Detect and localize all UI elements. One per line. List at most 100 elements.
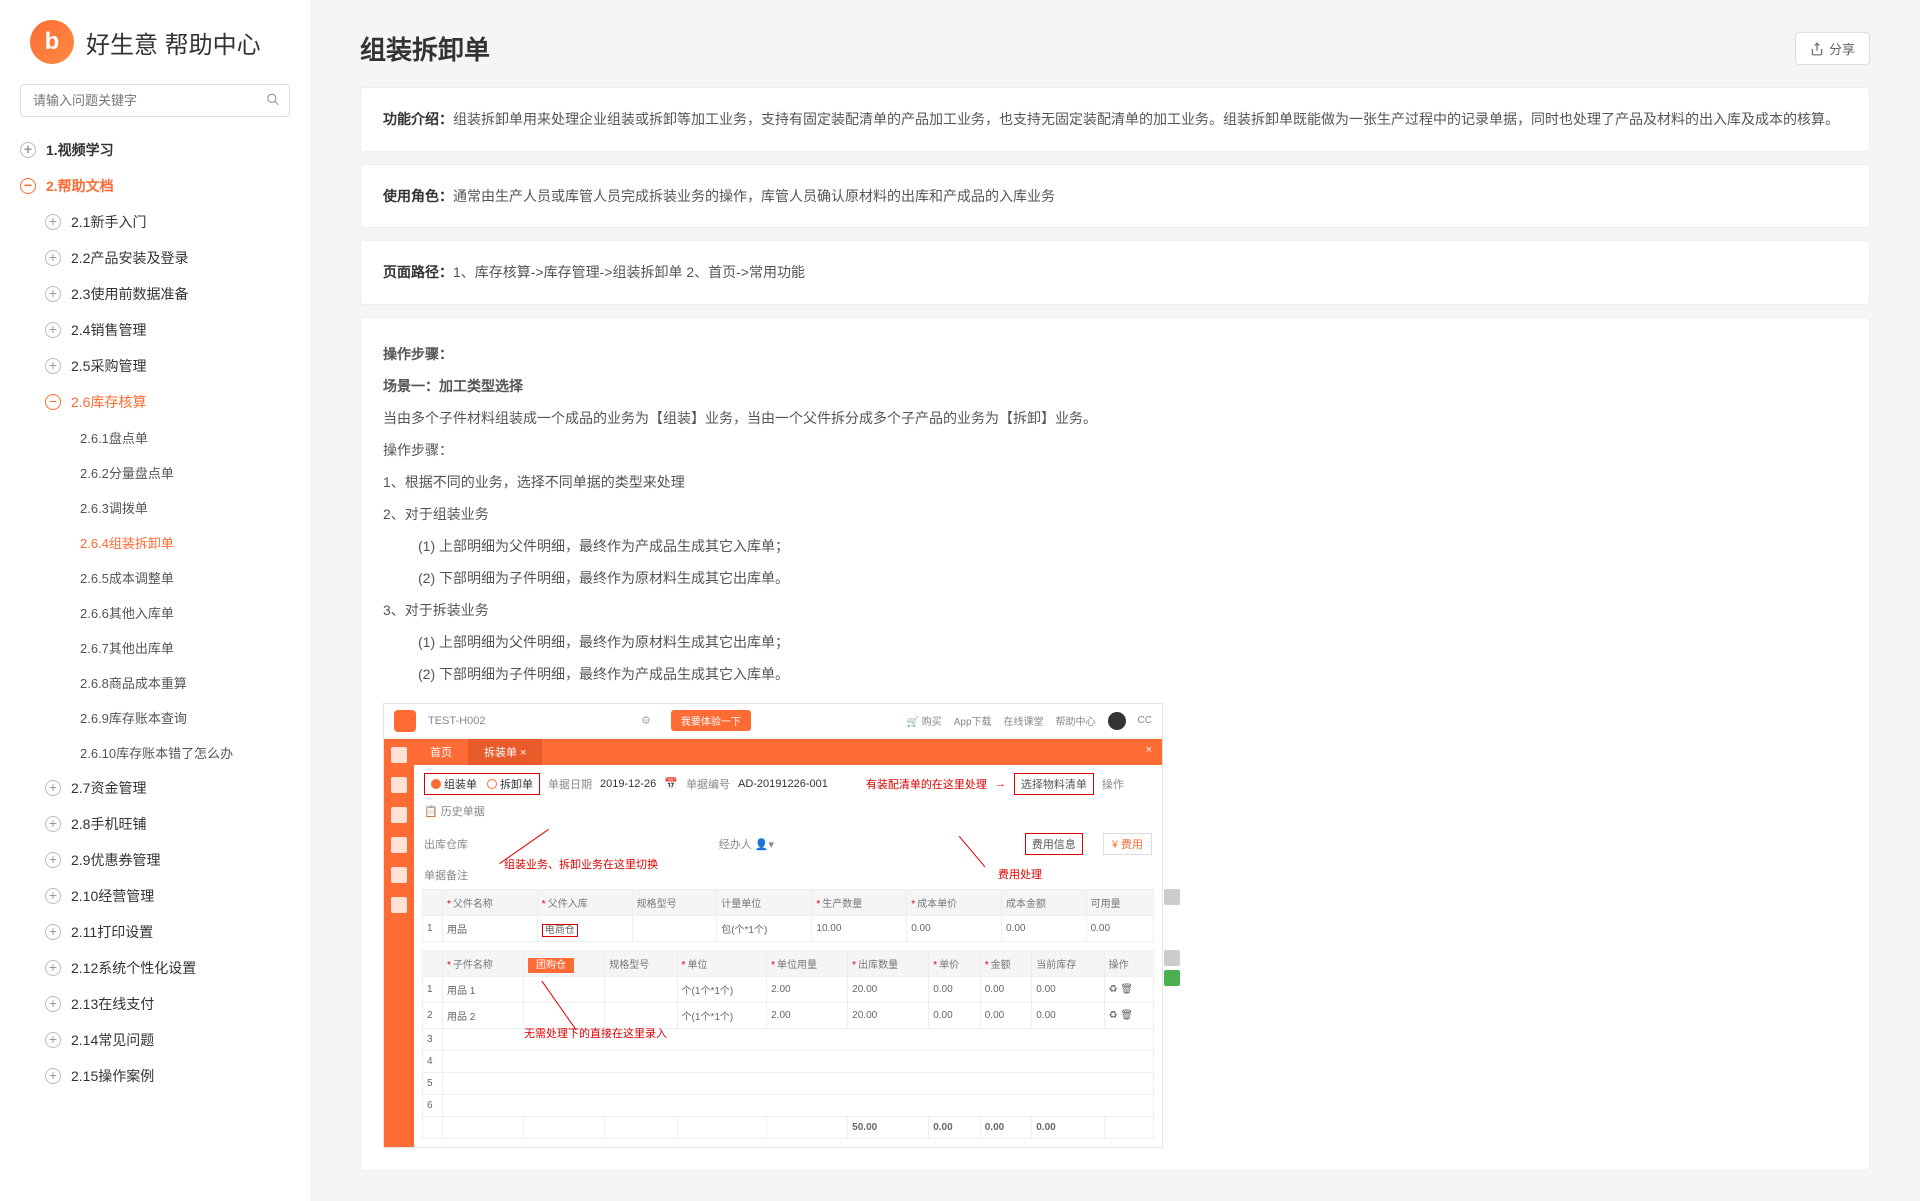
- bag-icon: [391, 837, 407, 853]
- nav-item[interactable]: 2.15操作案例: [20, 1058, 290, 1094]
- nav-item-label: 2.6.4组装拆卸单: [80, 533, 174, 552]
- nav-item[interactable]: 2.10经营管理: [20, 878, 290, 914]
- expand-icon: [45, 358, 61, 374]
- mock-operator-label: 经办人 👤▾: [719, 836, 774, 852]
- nav-item[interactable]: 2.2产品安装及登录: [20, 240, 290, 276]
- nav-item[interactable]: 2.7资金管理: [20, 770, 290, 806]
- collapse-icon: [20, 178, 36, 194]
- search-icon[interactable]: [266, 92, 280, 109]
- nav-item-label: 2.9优惠券管理: [71, 850, 160, 870]
- mock-logo-icon: [394, 710, 416, 732]
- mock-doc-value: AD-20191226-001: [738, 778, 828, 790]
- nav-item[interactable]: 2.6.2分量盘点单: [20, 455, 290, 490]
- nav-item[interactable]: 2.11打印设置: [20, 914, 290, 950]
- nav-item-label: 2.2产品安装及登录: [71, 248, 188, 268]
- mock-memo-label: 单据备注: [424, 867, 468, 883]
- expand-icon: [45, 888, 61, 904]
- nav-item[interactable]: 2.6.7其他出库单: [20, 630, 290, 665]
- nav-item-label: 2.7资金管理: [71, 778, 146, 798]
- nav-item[interactable]: 2.5采购管理: [20, 348, 290, 384]
- step-2: 2、对于组装业务: [383, 500, 1847, 528]
- gear-icon: ⚙: [641, 714, 651, 727]
- nav-item-label: 2.5采购管理: [71, 356, 146, 376]
- steps-label: 操作步骤：: [383, 436, 1847, 464]
- expand-icon: [45, 852, 61, 868]
- expand-icon: [45, 816, 61, 832]
- annotation-cost: 费用处理: [998, 866, 1042, 882]
- nav-item[interactable]: 2.4销售管理: [20, 312, 290, 348]
- expand-icon: [45, 996, 61, 1012]
- mock-tenant-code: TEST-H002: [428, 715, 485, 727]
- nav-item[interactable]: 1.视频学习: [20, 132, 290, 168]
- nav-item[interactable]: 2.9优惠券管理: [20, 842, 290, 878]
- tab-close-icon: ×: [1136, 739, 1162, 765]
- nav-item[interactable]: 2.6.3调拨单: [20, 490, 290, 525]
- nav-item[interactable]: 2.6.6其他入库单: [20, 595, 290, 630]
- nav-item-label: 2.11打印设置: [71, 922, 153, 942]
- avatar-icon: [1108, 712, 1126, 730]
- nav-item-label: 2.3使用前数据准备: [71, 284, 188, 304]
- share-button[interactable]: 分享: [1795, 32, 1870, 65]
- nav-item[interactable]: 2.3使用前数据准备: [20, 276, 290, 312]
- search-input[interactable]: [20, 84, 290, 117]
- nav-item[interactable]: 2.6.5成本调整单: [20, 560, 290, 595]
- mock-child-table: 子件名称 团购仓 规格型号 单位 单位用量 出库数量 单价 金额 当前库存: [422, 950, 1154, 1139]
- nav-item-label: 2.8手机旺铺: [71, 814, 146, 834]
- mock-date-value: 2019-12-26: [600, 778, 656, 790]
- scene1-title: 场景一：加工类型选择: [383, 372, 1847, 400]
- expand-icon: [45, 322, 61, 338]
- nav-item[interactable]: 2.帮助文档: [20, 168, 290, 204]
- mock-tabs: 首页 拆装单 × ×: [414, 739, 1162, 765]
- nav-item[interactable]: 2.6.1盘点单: [20, 420, 290, 455]
- nav-item-label: 2.13在线支付: [71, 994, 154, 1014]
- brand-title: 好生意 帮助中心: [86, 25, 261, 60]
- mock-warehouse-label: 出库仓库: [424, 836, 468, 852]
- step-3-2: (2) 下部明细为子件明细，最终作为产成品生成其它入库单。: [383, 660, 1847, 688]
- tab-home: 首页: [414, 739, 468, 765]
- nav-item[interactable]: 2.1新手入门: [20, 204, 290, 240]
- nav-item-label: 2.10经营管理: [71, 886, 154, 906]
- nav-item[interactable]: 2.6.8商品成本重算: [20, 665, 290, 700]
- nav-item-label: 1.视频学习: [46, 140, 114, 160]
- nav-item-label: 2.14常见问题: [71, 1030, 154, 1050]
- nav-item[interactable]: 2.6.9库存账本查询: [20, 700, 290, 735]
- mock-doc-label: 单据编号: [686, 776, 730, 792]
- nav-item[interactable]: 2.13在线支付: [20, 986, 290, 1022]
- step-2-1: (1) 上部明细为父件明细，最终作为产成品生成其它入库单；: [383, 532, 1847, 560]
- scene1-desc: 当由多个子件材料组装成一个成品的业务为【组装】业务，当由一个父件拆分成多个子产品…: [383, 404, 1847, 432]
- grid-icon: [391, 897, 407, 913]
- nav-item-label: 2.6.8商品成本重算: [80, 673, 187, 692]
- expand-icon: [45, 250, 61, 266]
- mock-app-download: App下载: [954, 713, 992, 728]
- nav-item[interactable]: 2.6库存核算: [20, 384, 290, 420]
- step-3-1: (1) 上部明细为父件明细，最终作为原材料生成其它出库单；: [383, 628, 1847, 656]
- intro-text: 组装拆卸单用来处理企业组装或拆卸等加工业务，支持有固定装配清单的产品加工业务，也…: [453, 111, 1839, 127]
- annotation-bom: 有装配清单的在这里处理: [866, 776, 987, 792]
- nav-item-label: 2.4销售管理: [71, 320, 146, 340]
- sidebar: b 好生意 帮助中心 1.视频学习2.帮助文档2.1新手入门2.2产品安装及登录…: [0, 0, 310, 1201]
- nav-item[interactable]: 2.6.10库存账本错了怎么办: [20, 735, 290, 770]
- mock-try-button: 我要体验一下: [671, 710, 751, 731]
- page-title: 组装拆卸单: [360, 30, 490, 67]
- nav-item[interactable]: 2.6.4组装拆卸单: [20, 525, 290, 560]
- annotation-direct-input: 无需处理下的直接在这里录入: [524, 1025, 667, 1041]
- path-text: 1、库存核算->库存管理->组装拆卸单 2、首页->常用功能: [453, 264, 805, 280]
- intro-card: 功能介绍：组装拆卸单用来处理企业组装或拆卸等加工业务，支持有固定装配清单的产品加…: [360, 87, 1870, 152]
- share-icon: [1810, 42, 1824, 56]
- nav-item-label: 2.6.2分量盘点单: [80, 463, 174, 482]
- nav-item-label: 2.12系统个性化设置: [71, 958, 196, 978]
- mock-date-label: 单据日期: [548, 776, 592, 792]
- nav-item-label: 2.6.3调拨单: [80, 498, 148, 517]
- nav-item[interactable]: 2.8手机旺铺: [20, 806, 290, 842]
- collapse-icon: [45, 394, 61, 410]
- mock-sidebar: [384, 739, 414, 1147]
- calendar-icon: [391, 867, 407, 883]
- role-text: 通常由生产人员或库管人员完成拆装业务的操作，库管人员确认原材料的出库和产成品的入…: [453, 188, 1055, 204]
- mock-op-button: 操作: [1102, 776, 1124, 792]
- radio-icon: [487, 779, 497, 789]
- annotation-switch: 组装业务、拆卸业务在这里切换: [504, 856, 658, 872]
- nav-item[interactable]: 2.14常见问题: [20, 1022, 290, 1058]
- nav-item[interactable]: 2.12系统个性化设置: [20, 950, 290, 986]
- mock-cost-info: 费用信息: [1025, 833, 1083, 855]
- nav-item-label: 2.6.7其他出库单: [80, 638, 174, 657]
